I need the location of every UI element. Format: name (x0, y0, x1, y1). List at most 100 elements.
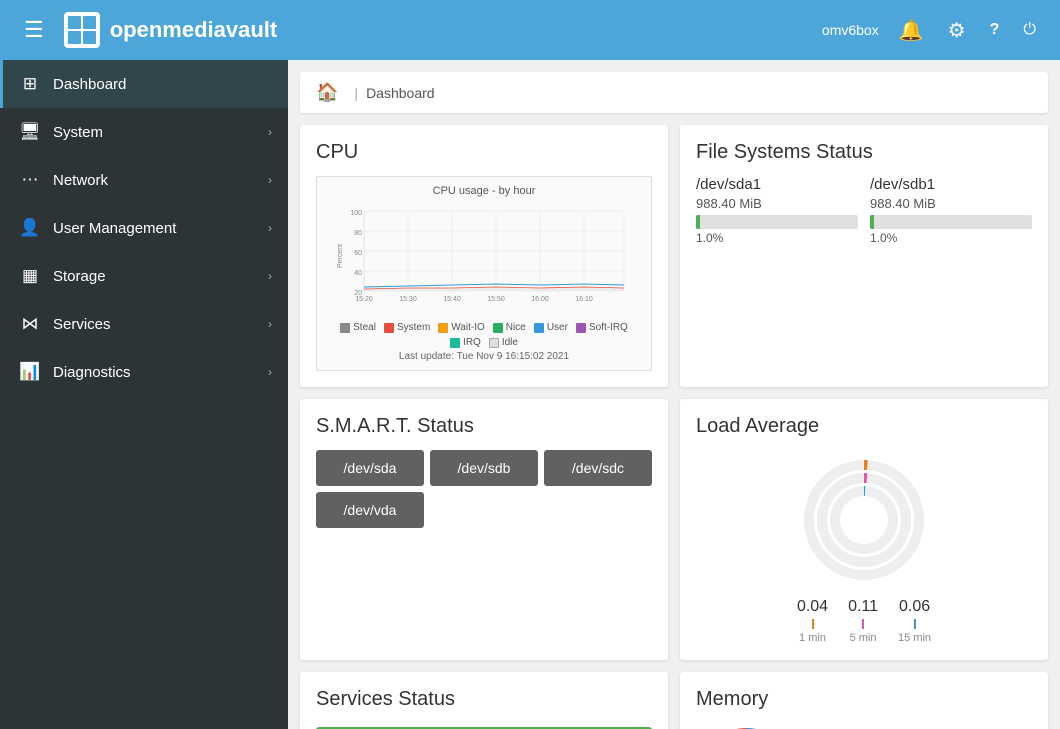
load-15min-num: 0.06 (898, 598, 931, 616)
memory-layout: 1.94 GiB Total 275.59 MiB 14% 1.67 GiB 8… (696, 723, 1032, 729)
breadcrumb-current: Dashboard (366, 85, 435, 101)
smart-card: S.M.A.R.T. Status /dev/sda /dev/sdb /dev… (300, 399, 668, 660)
smart-btn-vda[interactable]: /dev/vda (316, 492, 424, 528)
load-1min-label: 1 min (797, 632, 828, 644)
storage-icon: ▦ (19, 266, 41, 286)
sidebar-label-users: User Management (53, 220, 268, 237)
load-chart-area (696, 450, 1032, 590)
dashboard-icon: ⊞ (19, 74, 41, 94)
fs-card-title: File Systems Status (696, 141, 1032, 164)
load-values: 0.04 1 min 0.11 5 min 0.06 15 min (696, 598, 1032, 644)
cpu-card-title: CPU (316, 141, 652, 164)
load-donut-svg (794, 450, 934, 590)
notifications-button[interactable]: 🔔 (891, 14, 932, 47)
breadcrumb: 🏠 | Dashboard (300, 72, 1048, 113)
fs-fill-sdb1 (870, 215, 874, 229)
sidebar-item-storage[interactable]: ▦ Storage › (0, 252, 288, 300)
load-5min-label: 5 min (848, 632, 878, 644)
cpu-chart-title: CPU usage - by hour (325, 185, 643, 197)
load-val-1min: 0.04 1 min (797, 598, 828, 644)
services-card-title: Services Status (316, 688, 652, 711)
svg-text:15:20: 15:20 (355, 296, 373, 303)
cpu-card: CPU CPU usage - by hour 100 80 60 (300, 125, 668, 387)
fs-name-sdb1: /dev/sdb1 (870, 176, 1032, 193)
sidebar-item-system[interactable]: 🖥 System › (0, 108, 288, 156)
sidebar-label-services: Services (53, 316, 268, 333)
fs-item-sdb1: /dev/sdb1 988.40 MiB 1.0% (870, 176, 1032, 245)
cpu-chart-svg: 100 80 60 40 20 Percent (325, 201, 643, 311)
cpu-chart-container: CPU usage - by hour 100 80 60 40 20 (316, 176, 652, 371)
fs-progress-sdb1 (870, 215, 1032, 229)
memory-donut-svg (696, 723, 796, 729)
sidebar-label-diagnostics: Diagnostics (53, 364, 268, 381)
memory-donut (696, 723, 796, 729)
fs-percent-sda1: 1.0% (696, 231, 858, 245)
svg-text:80: 80 (354, 230, 362, 237)
home-icon: 🏠 (316, 82, 338, 103)
fs-size-sdb1: 988.40 MiB (870, 196, 1032, 211)
power-button[interactable]: ⏻ (1015, 17, 1044, 43)
cpu-chart-legend: Steal System Wait-IO Nice User Soft-IRQ … (325, 322, 643, 348)
load-1min-num: 0.04 (797, 598, 828, 616)
sidebar-label-network: Network (53, 172, 268, 189)
system-icon: 🖥 (19, 122, 41, 142)
dashboard-grid: CPU CPU usage - by hour 100 80 60 (300, 125, 1048, 729)
fs-size-sda1: 988.40 MiB (696, 196, 858, 211)
app-logo: openmediavault (64, 12, 277, 48)
smart-btn-sdb[interactable]: /dev/sdb (430, 450, 538, 486)
chevron-right-icon-services: › (268, 317, 272, 331)
load-15min-label: 15 min (898, 632, 931, 644)
smart-buttons: /dev/sda /dev/sdb /dev/sdc /dev/vda (316, 450, 652, 528)
breadcrumb-separator: | (354, 85, 358, 101)
fs-percent-sdb1: 1.0% (870, 231, 1032, 245)
main-layout: ⊞ Dashboard 🖥 System › ⋯ Network › 👤 Use… (0, 60, 1060, 729)
svg-text:60: 60 (354, 250, 362, 257)
services-card: Services Status SSH (300, 672, 668, 729)
svg-text:16:00: 16:00 (531, 296, 549, 303)
sidebar-item-user-management[interactable]: 👤 User Management › (0, 204, 288, 252)
chevron-right-icon-storage: › (268, 269, 272, 283)
svg-text:100: 100 (350, 210, 362, 217)
smart-btn-sdc[interactable]: /dev/sdc (544, 450, 652, 486)
diagnostics-icon: 📊 (19, 362, 41, 382)
sidebar-item-network[interactable]: ⋯ Network › (0, 156, 288, 204)
fs-card: File Systems Status /dev/sda1 988.40 MiB… (680, 125, 1048, 387)
content-area: 🏠 | Dashboard CPU CPU usage - by hour (288, 60, 1060, 729)
sidebar-item-dashboard[interactable]: ⊞ Dashboard (0, 60, 288, 108)
smart-btn-sda[interactable]: /dev/sda (316, 450, 424, 486)
cpu-chart-footer: Last update: Tue Nov 9 16:15:02 2021 (325, 351, 643, 362)
svg-text:15:50: 15:50 (487, 296, 505, 303)
memory-card-title: Memory (696, 688, 1032, 711)
app-name: openmediavault (110, 17, 277, 43)
sidebar-item-diagnostics[interactable]: 📊 Diagnostics › (0, 348, 288, 396)
load-card-title: Load Average (696, 415, 1032, 438)
header-actions: omv6box 🔔 ⚙ ? ⏻ (822, 14, 1044, 47)
load-5min-num: 0.11 (848, 598, 878, 616)
sidebar-item-services[interactable]: ⋈ Services › (0, 300, 288, 348)
smart-card-title: S.M.A.R.T. Status (316, 415, 652, 438)
svg-text:15:30: 15:30 (399, 296, 417, 303)
svg-text:Percent: Percent (337, 244, 344, 268)
load-val-5min: 0.11 5 min (848, 598, 878, 644)
services-icon: ⋈ (19, 314, 41, 334)
fs-item-sda1: /dev/sda1 988.40 MiB 1.0% (696, 176, 858, 245)
memory-card: Memory 1.94 GiB Total 275.59 MiB (680, 672, 1048, 729)
sidebar-label-storage: Storage (53, 268, 268, 285)
fs-progress-sda1 (696, 215, 858, 229)
svg-text:40: 40 (354, 270, 362, 277)
svg-text:15:40: 15:40 (443, 296, 461, 303)
network-icon: ⋯ (19, 170, 41, 190)
sidebar-label-system: System (53, 124, 268, 141)
header: ☰ openmediavault omv6box 🔔 ⚙ ? ⏻ (0, 0, 1060, 60)
chevron-right-icon-users: › (268, 221, 272, 235)
load-card: Load Average (680, 399, 1048, 660)
user-icon: 👤 (19, 218, 41, 238)
sidebar-label-dashboard: Dashboard (53, 76, 272, 93)
menu-button[interactable]: ☰ (16, 13, 52, 47)
header-username: omv6box (822, 22, 879, 38)
settings-button[interactable]: ⚙ (940, 14, 974, 47)
chevron-right-icon: › (268, 125, 272, 139)
help-button[interactable]: ? (982, 17, 1008, 43)
fs-fill-sda1 (696, 215, 700, 229)
fs-grid: /dev/sda1 988.40 MiB 1.0% /dev/sdb1 988.… (696, 176, 1032, 245)
